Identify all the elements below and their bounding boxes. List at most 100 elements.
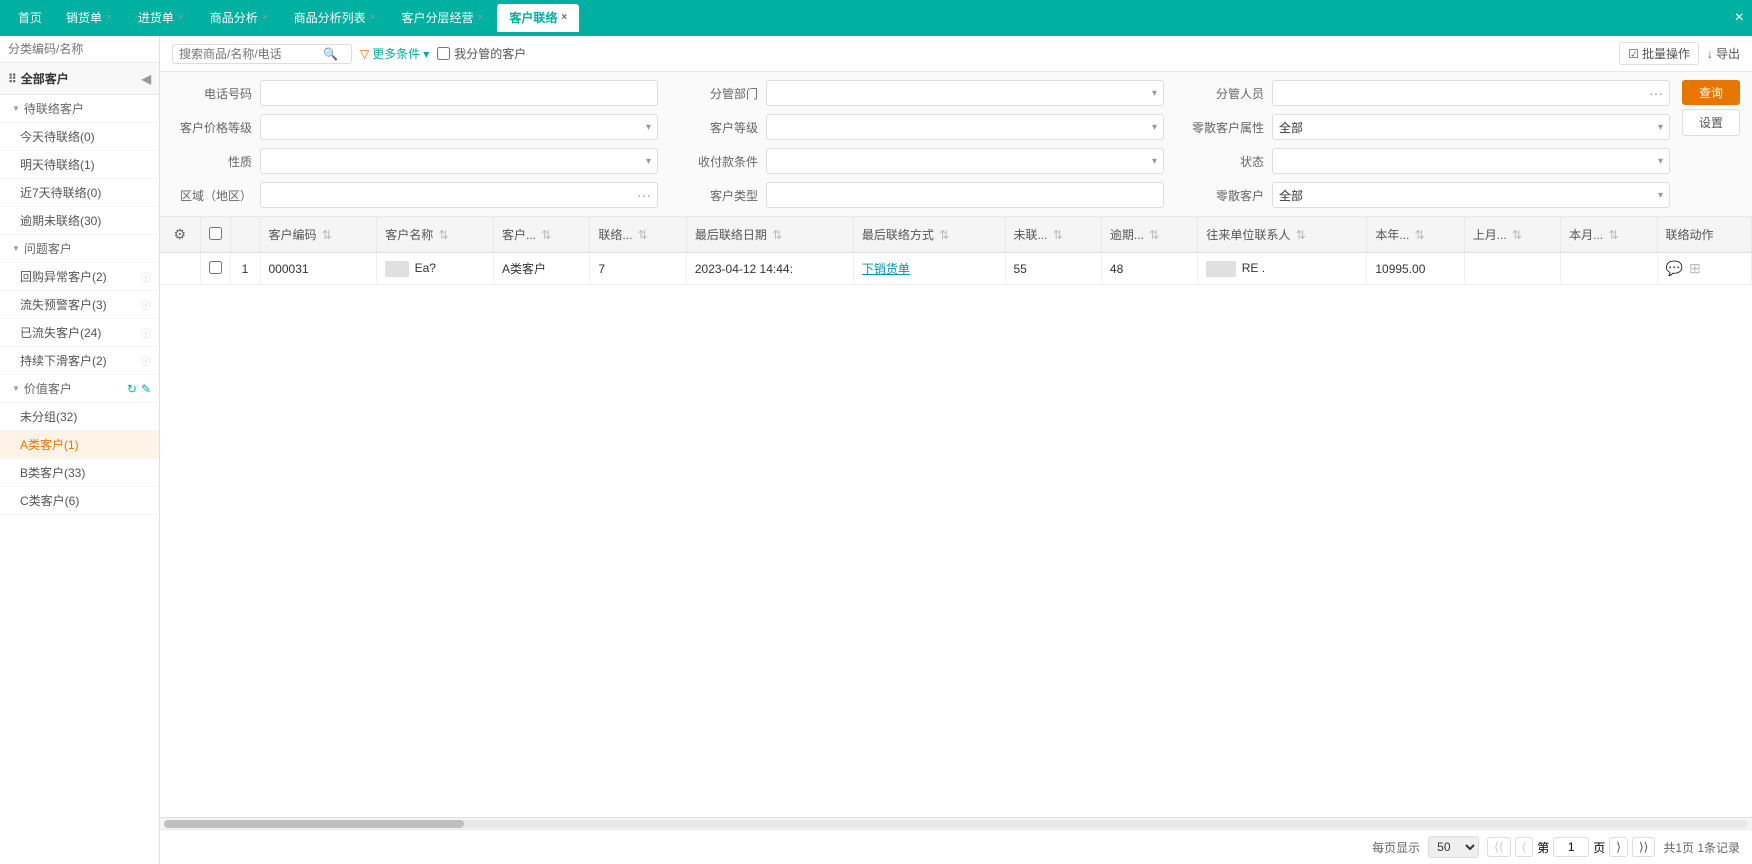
status-dropdown-icon: ▾ [1658,156,1663,167]
cell-code: 000031 [260,253,377,285]
my-customer-checkbox[interactable] [437,47,450,60]
close-customer-contact-icon[interactable]: × [561,4,567,32]
export-btn[interactable]: ↓ 导出 [1707,45,1740,62]
filter-retail-attr-select[interactable]: 全部 ▾ [1272,114,1670,140]
select-all-checkbox[interactable] [209,227,222,240]
scrollbar-thumb[interactable] [164,820,464,828]
nav-home[interactable]: 首页 [8,4,52,32]
filter-region-input[interactable]: ··· [260,182,658,208]
filter-person-input[interactable]: ··· [1272,80,1670,106]
filter-status-select[interactable]: ▾ [1272,148,1670,174]
region-dots-icon: ··· [637,187,651,203]
filter-dept-select[interactable]: ▾ [766,80,1164,106]
sidebar-item-today[interactable]: 今天待联络(0) [0,123,159,151]
sidebar-item-overdue[interactable]: 逾期未联络(30) [0,207,159,235]
sidebar-collapse-icon[interactable]: ◀ [142,72,151,86]
filter-phone-input[interactable] [260,80,658,106]
col-code[interactable]: 客户编码 ⇅ [260,217,377,253]
filter-payment-select[interactable]: ▾ [766,148,1164,174]
setting-button[interactable]: 设置 [1682,109,1740,136]
sidebar-group-value[interactable]: ▼ 价值客户 ↻ ✎ [0,375,159,403]
adv-filter-row-1: 电话号码 分管部门 ▾ 分管人员 [172,80,1670,106]
sidebar-item-class-b[interactable]: B类客户(33) [0,459,159,487]
filter-level-select[interactable]: ▾ [766,114,1164,140]
col-name[interactable]: 客户名称 ⇅ [377,217,494,253]
refresh-icon[interactable]: ↻ [127,382,137,396]
next-page-btn[interactable]: ⟩ [1609,837,1628,857]
unit-contact-avatar [1206,261,1236,277]
last-page-btn[interactable]: ⟩⟩ [1632,837,1655,857]
filter-my-customer[interactable]: 我分管的客户 [437,45,526,62]
gear-btn[interactable]: ⚙ [169,224,190,245]
nav-item-customer-tier[interactable]: 客户分层经营 × [389,4,495,32]
sort-date-icon: ⇅ [772,228,782,242]
filter-retail-select[interactable]: 全部 ▾ [1272,182,1670,208]
table-container: ⚙ 客户编码 ⇅ 客户名称 ⇅ [160,217,1752,817]
sidebar-item-lost[interactable]: 已流失客户(24) ⓘ [0,319,159,347]
col-unit-contact[interactable]: 往来单位联系人 ⇅ [1198,217,1367,253]
close-customer-tier-icon[interactable]: × [477,4,483,32]
sidebar-item-declining[interactable]: 持续下滑客户(2) ⓘ [0,347,159,375]
col-contact[interactable]: 联络... ⇅ [590,217,686,253]
col-action: 联络动作 [1657,217,1751,253]
sidebar-item-7days[interactable]: 近7天待联络(0) [0,179,159,207]
sidebar-search-input[interactable] [8,42,160,56]
filter-nature-select[interactable]: ▾ [260,148,658,174]
row-checkbox[interactable] [209,261,222,274]
col-this-year[interactable]: 本年... ⇅ [1367,217,1464,253]
per-page-select[interactable]: 50 100 200 [1428,836,1479,858]
page-input[interactable] [1553,837,1589,857]
sort-name-icon: ⇅ [439,228,449,242]
sidebar-item-class-a[interactable]: A类客户(1) [0,431,159,459]
sidebar-item-abnormal-repurchase[interactable]: 回购异常客户(2) ⓘ [0,263,159,291]
adv-filter-row-4: 区域（地区） ··· 客户类型 [172,182,1670,208]
col-level[interactable]: 客户... ⇅ [494,217,590,253]
close-sales-icon[interactable]: × [106,4,112,32]
query-button[interactable]: 查询 [1682,80,1740,105]
cell-last-contact-date: 2023-04-12 14:44: [686,253,853,285]
horizontal-scrollbar[interactable] [160,817,1752,829]
sidebar-item-class-c[interactable]: C类客户(6) [0,487,159,515]
col-last-contact-type[interactable]: 最后联络方式 ⇅ [853,217,1005,253]
col-overdue[interactable]: 逾期... ⇅ [1101,217,1197,253]
edit-icon[interactable]: ✎ [141,382,151,396]
close-product-list-icon[interactable]: × [370,4,376,32]
prev-page-btn[interactable]: ⟨ [1515,837,1534,857]
sidebar-item-unclassified[interactable]: 未分组(32) [0,403,159,431]
chat-icon[interactable]: 💬 [1666,260,1683,277]
col-index [230,217,260,253]
nav-item-purchase[interactable]: 进货单 × [126,4,196,32]
cell-this-year: 10995.00 [1367,253,1464,285]
filter-more-btn[interactable]: ▽ 更多条件 ▾ [360,45,429,62]
triangle-icon-3: ▼ [12,384,20,393]
nav-item-customer-contact[interactable]: 客户联络 × [497,4,579,32]
first-page-btn[interactable]: ⟨⟨ [1487,837,1510,857]
filter-price-select[interactable]: ▾ [260,114,658,140]
close-all-icon[interactable]: × [1735,9,1744,27]
cell-action: 💬 ⊞ [1657,253,1751,285]
col-gear[interactable]: ⚙ [160,217,200,253]
sidebar-group-problem[interactable]: ▼ 问题客户 [0,235,159,263]
nav-item-product-analysis-list[interactable]: 商品分析列表 × [282,4,388,32]
sidebar-item-lost-warning[interactable]: 流失预警客户(3) ⓘ [0,291,159,319]
close-purchase-icon[interactable]: × [178,4,184,32]
nav-item-sales[interactable]: 销货单 × [54,4,124,32]
col-this-month[interactable]: 本月... ⇅ [1561,217,1657,253]
filter-field-nature: 性质 ▾ [172,148,658,174]
nav-item-product-analysis[interactable]: 商品分析 × [198,4,280,32]
sidebar-item-tomorrow[interactable]: 明天待联络(1) [0,151,159,179]
close-product-analysis-icon[interactable]: × [262,4,268,32]
filter-search-input[interactable] [179,47,319,61]
last-contact-type-link[interactable]: 下销货单 [862,262,910,276]
col-last-contact-date[interactable]: 最后联络日期 ⇅ [686,217,853,253]
qr-icon[interactable]: ⊞ [1689,260,1701,277]
col-no-contact[interactable]: 未联... ⇅ [1005,217,1101,253]
filter-customer-type-input[interactable] [766,182,1164,208]
batch-op-btn[interactable]: ☑ 批量操作 [1619,42,1699,65]
filter-search-icon[interactable]: 🔍 [323,47,338,61]
sort-this-month-icon: ⇅ [1608,228,1618,242]
sidebar-group-pending[interactable]: ▼ 待联络客户 [0,95,159,123]
sidebar-search-bar: 🔍 [0,36,159,63]
sidebar-all-customers[interactable]: ⠿ 全部客户 ◀ [0,63,159,95]
col-last-month[interactable]: 上月... ⇅ [1464,217,1560,253]
